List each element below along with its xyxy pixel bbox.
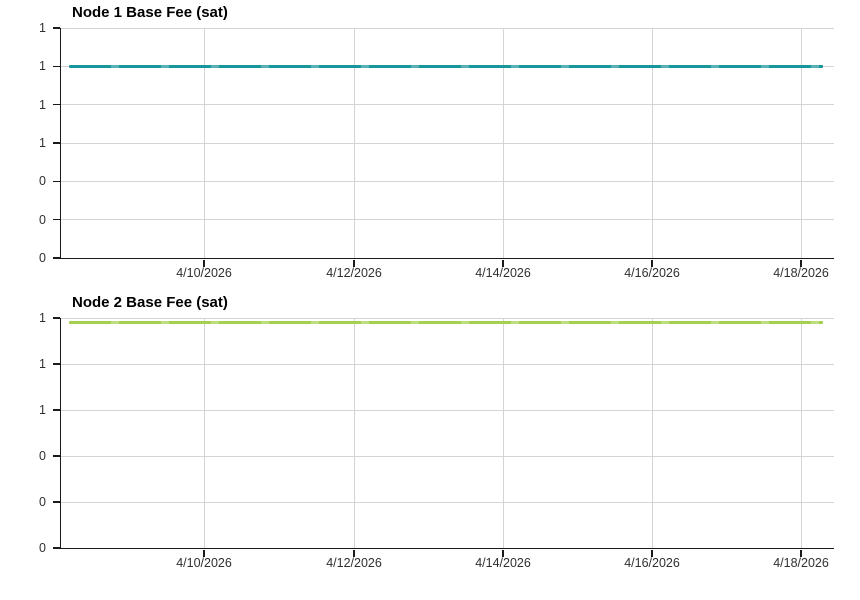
x-axis-tick-label: 4/12/2026 — [312, 266, 396, 280]
x-axis-tick-label: 4/10/2026 — [162, 266, 246, 280]
x-gridline — [801, 28, 802, 258]
chart-node1-base-fee: Node 1 Base Fee (sat) 11110004/10/20264/… — [0, 0, 860, 290]
plot-area-node2: 1110004/10/20264/12/20264/14/20264/16/20… — [60, 318, 834, 549]
x-gridline — [503, 318, 504, 548]
x-axis-tick-label: 4/10/2026 — [162, 556, 246, 570]
x-gridline — [801, 318, 802, 548]
y-axis-tick-label: 0 — [13, 213, 46, 227]
y-axis-tick-label: 0 — [13, 449, 46, 463]
y-gridline — [61, 143, 834, 144]
y-axis-tick-label: 1 — [13, 98, 46, 112]
y-gridline — [61, 181, 834, 182]
x-axis-tick-label: 4/14/2026 — [461, 266, 545, 280]
plot-area-node1: 11110004/10/20264/12/20264/14/20264/16/2… — [60, 28, 834, 259]
y-axis-tick — [53, 455, 60, 457]
dashboard-page: Node 1 Base Fee (sat) 11110004/10/20264/… — [0, 0, 860, 600]
y-axis-tick — [53, 501, 60, 503]
y-gridline — [61, 219, 834, 220]
y-gridline — [61, 318, 834, 319]
y-axis-tick — [53, 66, 60, 68]
y-axis-tick — [53, 142, 60, 144]
chart-title-node1: Node 1 Base Fee (sat) — [72, 4, 228, 21]
x-gridline — [652, 28, 653, 258]
y-axis-tick — [53, 363, 60, 365]
chart-node2-base-fee: Node 2 Base Fee (sat) 1110004/10/20264/1… — [0, 290, 860, 580]
y-gridline — [61, 104, 834, 105]
y-axis-tick-label: 1 — [13, 357, 46, 371]
x-gridline — [354, 28, 355, 258]
y-axis-tick — [53, 257, 60, 259]
y-axis-tick-label: 0 — [13, 174, 46, 188]
x-axis-tick-label: 4/16/2026 — [610, 556, 694, 570]
y-axis-tick-label: 1 — [13, 403, 46, 417]
y-gridline — [61, 456, 834, 457]
y-axis-tick — [53, 181, 60, 183]
y-axis-tick — [53, 219, 60, 221]
y-gridline — [61, 364, 834, 365]
x-axis-tick-label: 4/18/2026 — [759, 266, 843, 280]
y-axis-tick — [53, 317, 60, 319]
x-axis-tick-label: 4/18/2026 — [759, 556, 843, 570]
y-axis-tick-label: 1 — [13, 21, 46, 35]
x-axis-tick-label: 4/16/2026 — [610, 266, 694, 280]
series-line-node-1-base-fee — [69, 65, 823, 68]
y-axis-tick — [53, 409, 60, 411]
chart-title-node2: Node 2 Base Fee (sat) — [72, 294, 228, 311]
y-axis-tick — [53, 27, 60, 29]
x-gridline — [652, 318, 653, 548]
series-line-node-2-base-fee — [69, 321, 823, 324]
x-gridline — [204, 318, 205, 548]
y-gridline — [61, 410, 834, 411]
y-axis-tick-label: 1 — [13, 136, 46, 150]
y-axis-tick — [53, 104, 60, 106]
y-axis-tick-label: 0 — [13, 495, 46, 509]
x-gridline — [503, 28, 504, 258]
y-axis-tick-label: 0 — [13, 251, 46, 265]
x-axis-tick-label: 4/14/2026 — [461, 556, 545, 570]
y-axis-tick-label: 1 — [13, 311, 46, 325]
y-axis-tick — [53, 547, 60, 549]
y-gridline — [61, 28, 834, 29]
y-gridline — [61, 502, 834, 503]
y-axis-tick-label: 1 — [13, 59, 46, 73]
x-gridline — [354, 318, 355, 548]
y-axis-tick-label: 0 — [13, 541, 46, 555]
x-gridline — [204, 28, 205, 258]
x-axis-tick-label: 4/12/2026 — [312, 556, 396, 570]
